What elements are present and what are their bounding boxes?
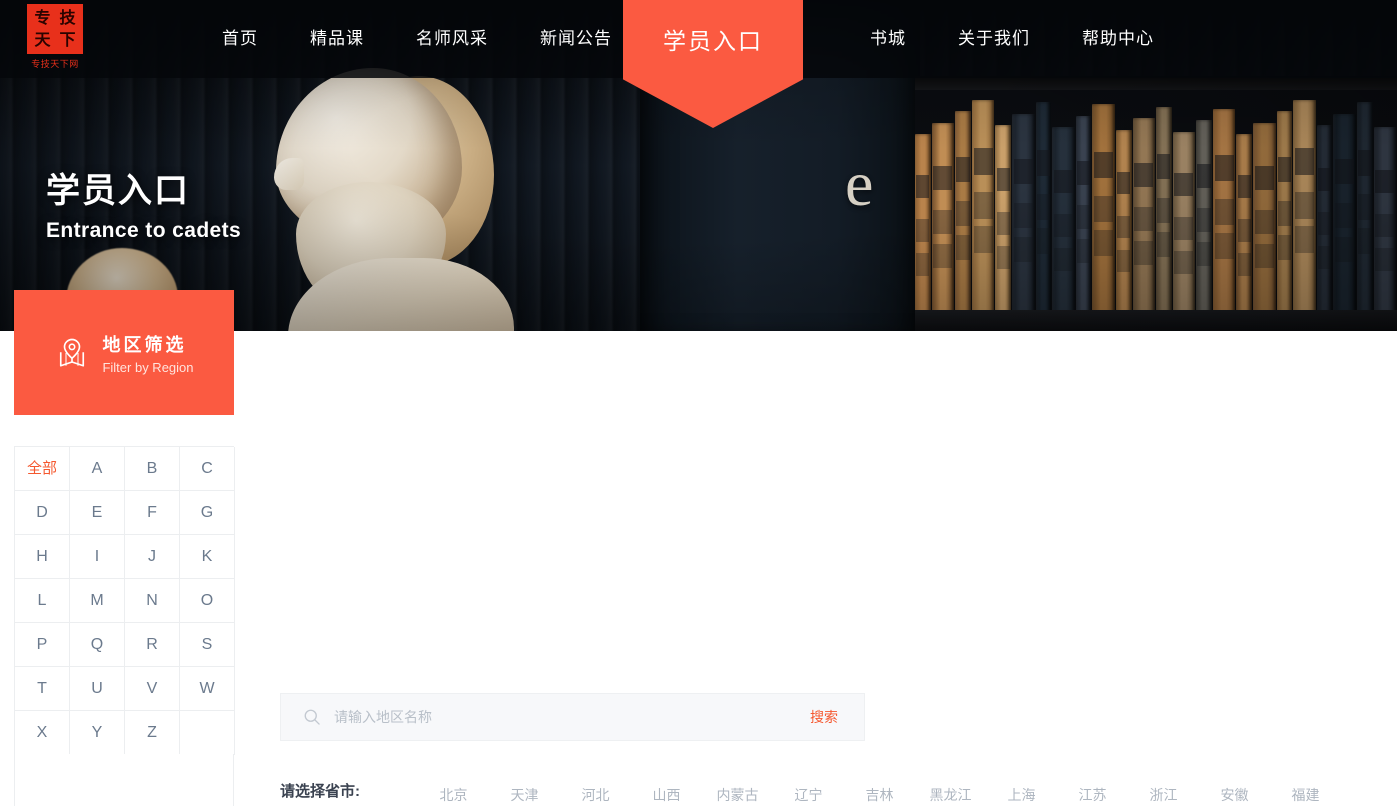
region-banner-title-en: Filter by Region [102,359,194,375]
hero-section: e 学员入口 Entrance to cadets 专 技 天 下 专技天下网 … [0,0,1397,331]
province-rows: 北京天津河北山西内蒙古辽宁吉林黑龙江上海江苏浙江安徽福建江西山东河南湖北湖南广东… [418,775,1352,806]
letter-cell-B[interactable]: B [125,447,180,491]
nav-item-7[interactable]: 帮助中心 [1056,0,1180,78]
alphabet-grid-footer [14,754,234,806]
nav-items-right: 书城 关于我们 帮助中心 [844,0,1180,78]
search-icon [304,709,320,725]
province-item-北京[interactable]: 北京 [418,785,489,805]
map-pin-icon [60,338,85,367]
province-item-河北[interactable]: 河北 [560,785,631,805]
letter-cell-N[interactable]: N [125,579,180,623]
nav-active-label: 学员入口 [663,28,763,54]
province-picker-label: 请选择省市: [280,783,360,800]
nav-item-1[interactable]: 精品课 [284,0,390,78]
region-banner-texts: 地区筛选 Filter by Region [102,331,193,375]
letter-cell-U[interactable]: U [70,667,125,711]
letter-cell-empty [180,711,235,755]
province-row: 北京 天津 河北 山西 内蒙古 辽宁 吉林 黑龙江 上海 江苏 浙江 安徽 福建 [418,775,1352,806]
province-item-上海[interactable]: 上海 [986,785,1057,805]
letter-cell-W[interactable]: W [180,667,235,711]
letter-cell-J[interactable]: J [125,535,180,579]
logo-seal-icon: 专 技 天 下 [27,4,83,54]
province-item-黑龙江[interactable]: 黑龙江 [915,785,986,805]
letter-cell-全部[interactable]: 全部 [15,447,70,491]
letter-cell-C[interactable]: C [180,447,235,491]
letter-cell-H[interactable]: H [15,535,70,579]
letter-cell-G[interactable]: G [180,491,235,535]
letter-cell-D[interactable]: D [15,491,70,535]
letter-cell-V[interactable]: V [125,667,180,711]
province-item-天津[interactable]: 天津 [489,785,560,805]
letter-cell-Y[interactable]: Y [70,711,125,755]
letter-cell-Q[interactable]: Q [70,623,125,667]
letter-cell-M[interactable]: M [70,579,125,623]
letter-cell-F[interactable]: F [125,491,180,535]
hero-title-en: Entrance to cadets [46,219,242,242]
letter-cell-S[interactable]: S [180,623,235,667]
letter-cell-Z[interactable]: Z [125,711,180,755]
province-item-江苏[interactable]: 江苏 [1057,785,1128,805]
hero-headline: 学员入口 Entrance to cadets [46,163,241,243]
hero-title-cn: 学员入口 [46,172,190,210]
nav-item-0[interactable]: 首页 [196,0,284,78]
nav-item-active-student-entrance[interactable]: 学员入口 [623,0,803,128]
province-item-浙江[interactable]: 浙江 [1128,785,1199,805]
nav-item-2[interactable]: 名师风采 [390,0,514,78]
letter-cell-R[interactable]: R [125,623,180,667]
nav-item-3[interactable]: 新闻公告 [514,0,638,78]
province-item-福建[interactable]: 福建 [1270,785,1341,805]
site-logo[interactable]: 专 技 天 下 专技天下网 [22,4,88,72]
letter-cell-L[interactable]: L [15,579,70,623]
letter-cell-K[interactable]: K [180,535,235,579]
province-picker: 请选择省市: 北京天津河北山西内蒙古辽宁吉林黑龙江上海江苏浙江安徽福建江西山东河… [280,775,1352,806]
region-filter-banner: 地区筛选 Filter by Region [14,290,234,415]
nav-items-left: 首页 精品课 名师风采 新闻公告 [196,0,638,78]
letter-cell-T[interactable]: T [15,667,70,711]
province-item-辽宁[interactable]: 辽宁 [773,785,844,805]
seal-char-2: 技 [59,8,76,27]
region-search-bar[interactable]: 搜索 [280,693,865,741]
letter-cell-E[interactable]: E [70,491,125,535]
search-button[interactable]: 搜索 [810,707,838,727]
seal-char-1: 专 [34,8,51,27]
alphabet-filter-grid: 全部 A B C D E F G H I J K L M N O P Q R S T U V W X Y Z [14,446,235,755]
letter-cell-X[interactable]: X [15,711,70,755]
province-item-安徽[interactable]: 安徽 [1199,785,1270,805]
province-item-内蒙古[interactable]: 内蒙古 [702,785,773,805]
letter-cell-A[interactable]: A [70,447,125,491]
province-item-吉林[interactable]: 吉林 [844,785,915,805]
province-item-山西[interactable]: 山西 [631,785,702,805]
nav-item-5[interactable]: 书城 [844,0,932,78]
search-input[interactable] [334,709,810,725]
region-banner-title-cn: 地区筛选 [102,334,187,355]
logo-subtitle: 专技天下网 [31,60,79,70]
seal-char-3: 天 [34,30,51,49]
letter-cell-I[interactable]: I [70,535,125,579]
letter-cell-O[interactable]: O [180,579,235,623]
nav-item-6[interactable]: 关于我们 [932,0,1056,78]
seal-char-4: 下 [59,30,76,49]
letter-cell-P[interactable]: P [15,623,70,667]
